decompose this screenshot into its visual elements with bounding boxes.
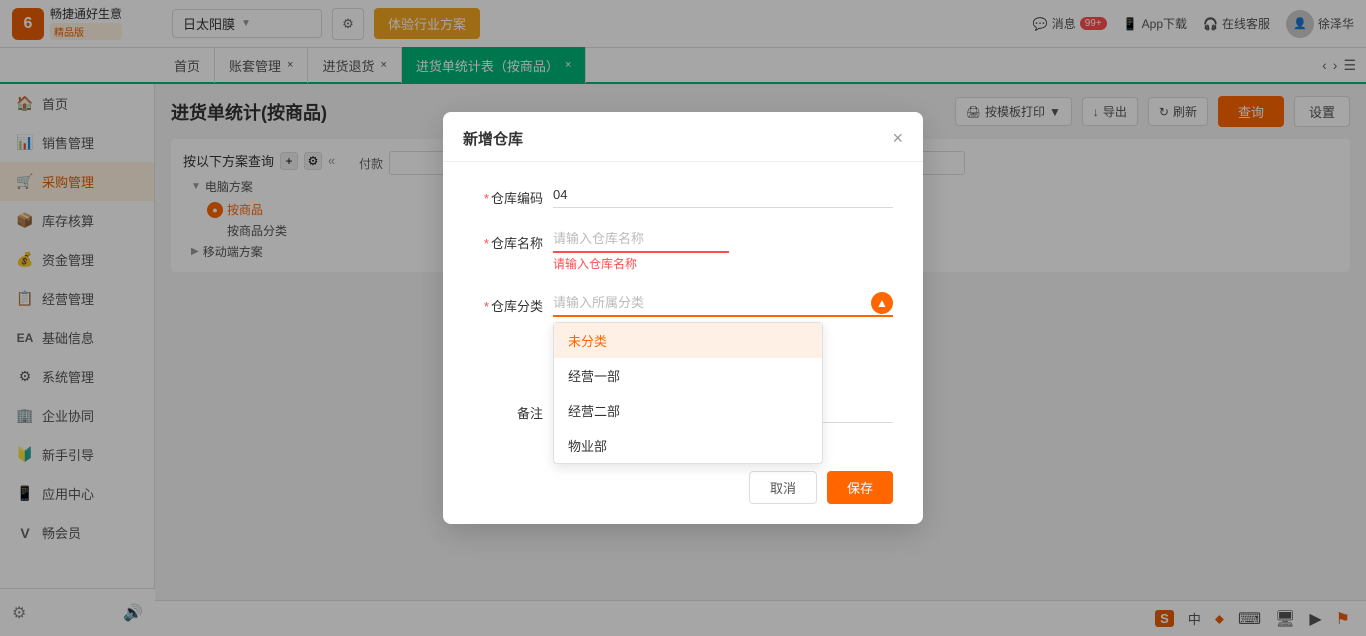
dropdown-item-uncategorized[interactable]: 未分类 <box>554 323 822 358</box>
modal-title: 新增仓库 <box>463 128 523 149</box>
name-label: *仓库名称 <box>473 227 553 252</box>
name-input[interactable] <box>553 226 729 253</box>
save-button[interactable]: 保存 <box>827 471 893 504</box>
note-label: 备注 <box>473 397 553 422</box>
form-row-code: *仓库编码 <box>473 182 893 208</box>
modal-footer: 取消 保存 <box>443 471 923 504</box>
classify-dropdown: 未分类 经营一部 经营二部 物业部 <box>553 322 823 464</box>
form-row-classify: *仓库分类 ▲ 未分类 经营一部 经营二部 物业部 <box>473 290 893 317</box>
modal-header: 新增仓库 × <box>443 112 923 162</box>
code-input[interactable] <box>553 182 893 208</box>
dropdown-item-dept2[interactable]: 经营二部 <box>554 393 822 428</box>
classify-label: *仓库分类 <box>473 290 553 315</box>
modal: 新增仓库 × *仓库编码 *仓库名称 <box>443 112 923 524</box>
form-row-name: *仓库名称 请输入仓库名称 <box>473 226 893 272</box>
dropdown-item-dept3[interactable]: 物业部 <box>554 428 822 463</box>
code-label: *仓库编码 <box>473 182 553 207</box>
classify-wrap: ▲ 未分类 经营一部 经营二部 物业部 <box>553 290 893 317</box>
dropdown-item-dept1[interactable]: 经营一部 <box>554 358 822 393</box>
name-error-msg: 请输入仓库名称 <box>553 255 637 272</box>
classify-toggle-button[interactable]: ▲ <box>871 292 893 314</box>
modal-overlay[interactable]: 新增仓库 × *仓库编码 *仓库名称 <box>0 0 1366 636</box>
modal-body: *仓库编码 *仓库名称 请输入仓库名称 <box>443 162 923 461</box>
cancel-button[interactable]: 取消 <box>749 471 817 504</box>
modal-close-button[interactable]: × <box>892 128 903 149</box>
classify-input[interactable] <box>553 290 893 317</box>
